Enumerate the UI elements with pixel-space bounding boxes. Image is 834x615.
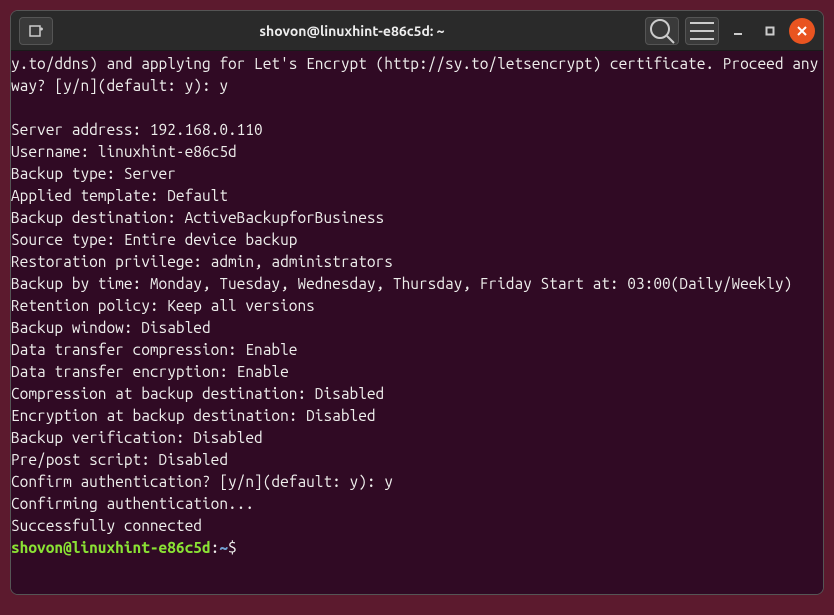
close-icon xyxy=(797,26,807,36)
new-tab-button[interactable] xyxy=(19,17,53,45)
terminal-output[interactable]: y.to/ddns) and applying for Let's Encryp… xyxy=(11,51,823,594)
prompt-path: ~ xyxy=(219,539,228,556)
search-button[interactable] xyxy=(645,17,679,45)
minimize-icon xyxy=(733,26,743,36)
menu-button[interactable] xyxy=(685,17,719,45)
prompt-symbol: $ xyxy=(228,539,237,556)
prompt-user: shovon@linuxhint-e86c5d xyxy=(11,539,211,556)
new-tab-icon xyxy=(28,23,44,39)
search-icon xyxy=(646,15,678,47)
titlebar: shovon@linuxhint-e86c5d: ~ xyxy=(11,11,823,51)
minimize-button[interactable] xyxy=(725,18,751,44)
titlebar-right xyxy=(645,17,815,45)
maximize-button[interactable] xyxy=(757,18,783,44)
terminal-window: shovon@linuxhint-e86c5d: ~ xyxy=(10,10,824,595)
window-title: shovon@linuxhint-e86c5d: ~ xyxy=(59,23,645,39)
close-button[interactable] xyxy=(789,18,815,44)
maximize-icon xyxy=(765,26,775,36)
hamburger-icon xyxy=(686,15,718,47)
